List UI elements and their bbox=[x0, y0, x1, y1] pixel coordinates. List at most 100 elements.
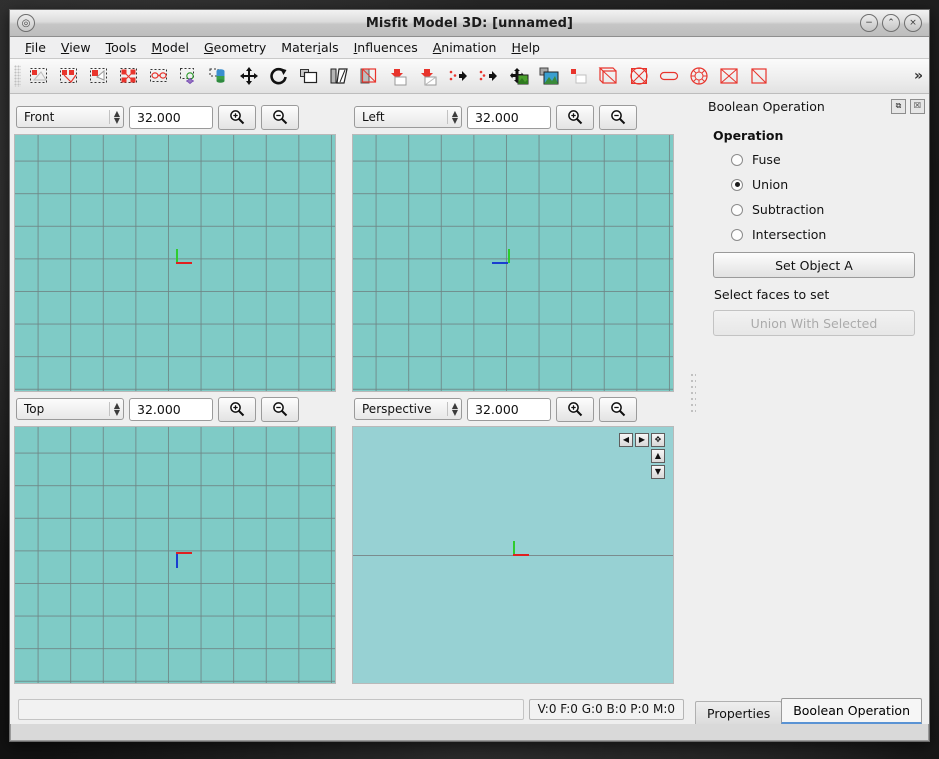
viewport-row-bottom: Top ▲ ▼ 32.000 Perspective ▲ ▼ 32.000 ◀ … bbox=[10, 392, 686, 684]
panel-body: Operation Fuse Union Subtraction Interse… bbox=[699, 118, 929, 336]
minimize-button[interactable]: − bbox=[860, 14, 878, 32]
radio-union-indicator[interactable] bbox=[731, 178, 743, 191]
viewport-top-view-select[interactable]: Top ▲ ▼ bbox=[16, 398, 124, 420]
create-joint-icon[interactable] bbox=[476, 63, 502, 89]
menu-animation[interactable]: Animation bbox=[426, 38, 504, 57]
ellipsoid-primitive-icon[interactable] bbox=[716, 63, 742, 89]
menu-file[interactable]: File bbox=[18, 38, 53, 57]
set-object-a-button[interactable]: Set Object A bbox=[713, 252, 915, 278]
tab-properties[interactable]: Properties bbox=[695, 701, 783, 724]
viewport-perspective-zoom-value: 32.000 bbox=[475, 401, 519, 417]
viewport-front-view-select[interactable]: Front ▲ ▼ bbox=[16, 106, 124, 128]
radio-subtraction-indicator[interactable] bbox=[731, 203, 743, 216]
viewport-top-zoom-out-button[interactable] bbox=[261, 396, 299, 422]
select-vertices-icon[interactable] bbox=[26, 63, 52, 89]
viewport-perspective-zoom-in-button[interactable] bbox=[556, 396, 594, 422]
pan-button[interactable]: ✥ bbox=[651, 433, 665, 447]
select-groups-icon[interactable] bbox=[86, 63, 112, 89]
viewport-front-canvas[interactable] bbox=[14, 134, 336, 392]
create-face-icon[interactable] bbox=[416, 63, 442, 89]
front-x-axis bbox=[176, 262, 192, 264]
viewport-perspective-view-label: Perspective bbox=[362, 402, 432, 416]
background-image-icon[interactable] bbox=[566, 63, 592, 89]
viewport-top-canvas[interactable] bbox=[14, 426, 336, 684]
chevron-updown-icon: ▲ ▼ bbox=[108, 110, 120, 125]
chevron-updown-icon: ▲ ▼ bbox=[446, 402, 458, 417]
radio-option-subtraction[interactable]: Subtraction bbox=[731, 202, 915, 217]
menu-influences[interactable]: Influences bbox=[347, 38, 425, 57]
viewport-area: Front ▲ ▼ 32.000 Left ▲ ▼ 32.000 Top ▲ ▼… bbox=[10, 94, 686, 694]
geosphere-primitive-icon[interactable] bbox=[686, 63, 712, 89]
extrude-tool-icon[interactable] bbox=[296, 63, 322, 89]
flatten-tool-icon[interactable] bbox=[356, 63, 382, 89]
zoom-in-icon bbox=[230, 402, 245, 417]
menu-geometry[interactable]: Geometry bbox=[197, 38, 273, 57]
rotate-right-button[interactable]: ▶ bbox=[635, 433, 649, 447]
create-projection-icon[interactable] bbox=[506, 63, 532, 89]
scale-tool-icon[interactable] bbox=[326, 63, 352, 89]
tab-boolean-operation[interactable]: Boolean Operation bbox=[781, 698, 922, 724]
viewport-perspective-canvas[interactable]: ◀ ▶ ✥ ▲ ▼ bbox=[352, 426, 674, 684]
create-vertex-icon[interactable] bbox=[386, 63, 412, 89]
viewport-left-view-select[interactable]: Left ▲ ▼ bbox=[354, 106, 462, 128]
top-x-axis bbox=[176, 552, 192, 554]
menu-help[interactable]: Help bbox=[504, 38, 547, 57]
top-z-axis bbox=[176, 554, 178, 568]
select-faces-icon[interactable] bbox=[56, 63, 82, 89]
toolbar-overflow-button[interactable]: » bbox=[914, 68, 923, 84]
radio-fuse-indicator[interactable] bbox=[731, 153, 743, 166]
union-with-selected-button[interactable]: Union With Selected bbox=[713, 310, 915, 336]
menu-materials[interactable]: Materials bbox=[274, 38, 345, 57]
viewport-front-zoom-in-button[interactable] bbox=[218, 104, 256, 130]
zoom-in-icon bbox=[568, 110, 583, 125]
rotate-up-button[interactable]: ▲ bbox=[651, 449, 665, 463]
viewport-left-zoom-input[interactable]: 32.000 bbox=[467, 105, 551, 129]
select-points-icon[interactable] bbox=[146, 63, 172, 89]
front-y-axis bbox=[176, 249, 178, 263]
sphere-primitive-icon[interactable] bbox=[626, 63, 652, 89]
create-point-icon[interactable] bbox=[446, 63, 472, 89]
move-tool-icon[interactable] bbox=[236, 63, 262, 89]
viewport-perspective-zoom-input[interactable]: 32.000 bbox=[467, 397, 551, 421]
rotate-tool-icon[interactable] bbox=[266, 63, 292, 89]
rotate-left-button[interactable]: ◀ bbox=[619, 433, 633, 447]
viewport-front-zoom-value: 32.000 bbox=[137, 109, 181, 125]
radio-intersection-indicator[interactable] bbox=[731, 228, 743, 241]
float-panel-icon[interactable]: ⧉ bbox=[891, 98, 906, 114]
viewport-left-zoom-in-button[interactable] bbox=[556, 104, 594, 130]
menu-tools[interactable]: Tools bbox=[99, 38, 144, 57]
viewport-front-zoom-input[interactable]: 32.000 bbox=[129, 105, 213, 129]
viewport-left-zoom-out-button[interactable] bbox=[599, 104, 637, 130]
rotate-down-button[interactable]: ▼ bbox=[651, 465, 665, 479]
radio-option-union[interactable]: Union bbox=[731, 177, 915, 192]
status-message bbox=[18, 698, 524, 720]
menu-bar: File View Tools Model Geometry Materials… bbox=[10, 37, 929, 59]
window-menu-icon[interactable]: ◎ bbox=[17, 14, 35, 32]
radio-option-fuse[interactable]: Fuse bbox=[731, 152, 915, 167]
viewport-top-zoom-in-button[interactable] bbox=[218, 396, 256, 422]
viewport-top-zoom-input[interactable]: 32.000 bbox=[129, 397, 213, 421]
maximize-button[interactable]: ⌃ bbox=[882, 14, 900, 32]
menu-geometry-accel: G bbox=[203, 40, 214, 55]
radio-option-intersection[interactable]: Intersection bbox=[731, 227, 915, 242]
viewport-perspective-view-select[interactable]: Perspective ▲ ▼ bbox=[354, 398, 462, 420]
panel-header: Boolean Operation ⧉ ☒ bbox=[699, 94, 929, 118]
panel-splitter[interactable] bbox=[686, 94, 699, 694]
menu-model[interactable]: Model bbox=[144, 38, 196, 57]
left-z-axis bbox=[492, 262, 508, 264]
viewport-left-canvas[interactable] bbox=[352, 134, 674, 392]
cylinder-primitive-icon[interactable] bbox=[656, 63, 682, 89]
cube-primitive-icon[interactable] bbox=[596, 63, 622, 89]
viewport-perspective-zoom-out-button[interactable] bbox=[599, 396, 637, 422]
close-button[interactable]: × bbox=[904, 14, 922, 32]
texture-coord-icon[interactable] bbox=[536, 63, 562, 89]
menu-view[interactable]: View bbox=[54, 38, 98, 57]
viewport-front-zoom-out-button[interactable] bbox=[261, 104, 299, 130]
plane-primitive-icon[interactable] bbox=[746, 63, 772, 89]
select-connected-icon[interactable] bbox=[206, 63, 232, 89]
close-panel-icon[interactable]: ☒ bbox=[910, 98, 925, 114]
menu-help-rest: elp bbox=[520, 40, 540, 55]
select-bone-joints-icon[interactable] bbox=[116, 63, 142, 89]
select-projections-icon[interactable] bbox=[176, 63, 202, 89]
toolbar-grip[interactable] bbox=[14, 65, 21, 87]
